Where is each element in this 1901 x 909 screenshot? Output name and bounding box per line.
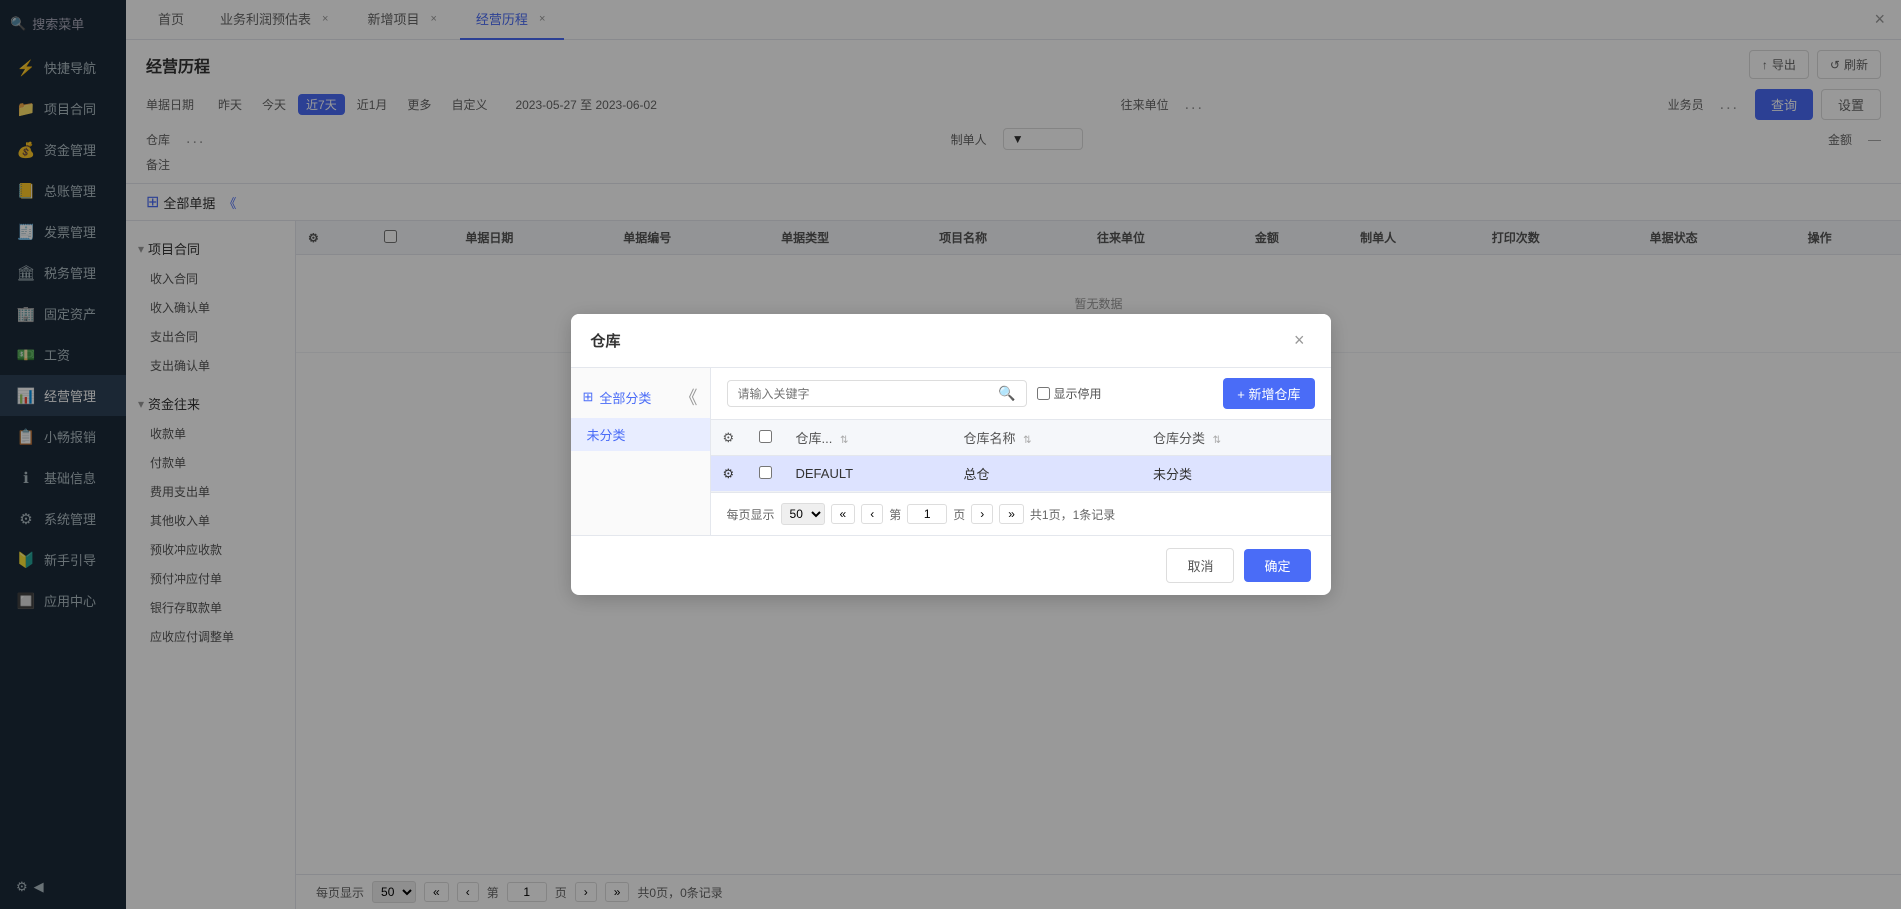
row-code: DEFAULT	[784, 456, 952, 492]
add-warehouse-button[interactable]: + 新增仓库	[1223, 378, 1314, 409]
show-disabled-label[interactable]: 显示停用	[1037, 385, 1102, 402]
modal-search-box: 🔍	[727, 380, 1027, 407]
modal-prev-btn[interactable]: ‹	[861, 504, 883, 524]
modal-page-label: 第	[889, 506, 901, 523]
modal-close-button[interactable]: ×	[1288, 328, 1311, 353]
modal-page-input[interactable]	[907, 504, 947, 524]
modal-overlay: 仓库 × ⊞ 全部分类 《 未分类 🔍	[0, 0, 1901, 909]
modal-th-gear[interactable]: ⚙	[711, 420, 747, 456]
modal-left-header: ⊞ 全部分类 《	[571, 380, 710, 418]
modal-left-panel: ⊞ 全部分类 《 未分类	[571, 368, 711, 535]
row-select-checkbox[interactable]	[759, 466, 772, 479]
modal-pagination: 每页显示 50 « ‹ 第 页 › » 共1页，1条记录	[711, 492, 1331, 535]
modal-left-item-uncategorized[interactable]: 未分类	[571, 418, 710, 451]
modal-col-name: 仓库名称	[963, 431, 1015, 446]
modal-left-collapse-btn[interactable]: 《	[680, 384, 698, 410]
modal-first-btn[interactable]: «	[831, 504, 856, 524]
sort-icon-name[interactable]: ⇅	[1023, 435, 1031, 446]
modal-search-input[interactable]	[738, 387, 993, 401]
modal-body: ⊞ 全部分类 《 未分类 🔍 显示停用	[571, 368, 1331, 535]
modal-table-wrap: ⚙ 仓库... ⇅ 仓库名称 ⇅	[711, 420, 1331, 492]
modal-footer: 取消 确定	[571, 535, 1331, 595]
modal-select-all[interactable]	[759, 430, 772, 443]
modal-last-btn[interactable]: »	[999, 504, 1024, 524]
show-disabled-checkbox[interactable]	[1037, 387, 1050, 400]
modal-right-panel: 🔍 显示停用 + 新增仓库 ⚙	[711, 368, 1331, 535]
sort-icon-code[interactable]: ⇅	[840, 435, 848, 446]
modal-th-code: 仓库... ⇅	[784, 420, 952, 456]
modal-th-category: 仓库分类 ⇅	[1141, 420, 1331, 456]
modal-th-checkbox[interactable]	[747, 420, 784, 456]
modal-col-category: 仓库分类	[1153, 431, 1205, 446]
modal-table: ⚙ 仓库... ⇅ 仓库名称 ⇅	[711, 420, 1331, 492]
modal-col-code: 仓库...	[796, 431, 833, 446]
table-row[interactable]: ⚙ DEFAULT 总仓 未分类	[711, 456, 1331, 492]
row-gear[interactable]: ⚙	[711, 456, 747, 492]
modal-page-size-select[interactable]: 50	[781, 503, 825, 525]
show-disabled-text: 显示停用	[1054, 385, 1102, 402]
modal-header: 仓库 ×	[571, 314, 1331, 368]
cancel-button[interactable]: 取消	[1166, 548, 1234, 583]
grid-icon-modal: ⊞	[583, 389, 594, 405]
modal-next-btn[interactable]: ›	[971, 504, 993, 524]
sort-icon-category[interactable]: ⇅	[1213, 435, 1221, 446]
all-category-label: 全部分类	[599, 388, 651, 407]
row-checkbox[interactable]	[747, 456, 784, 492]
modal-search-icon: 🔍	[998, 385, 1015, 402]
modal-page-size-label: 每页显示	[727, 506, 775, 523]
modal-title: 仓库	[591, 330, 1288, 351]
row-name: 总仓	[951, 456, 1141, 492]
modal-th-name: 仓库名称 ⇅	[951, 420, 1141, 456]
modal-toolbar: 🔍 显示停用 + 新增仓库	[711, 368, 1331, 420]
confirm-button[interactable]: 确定	[1244, 549, 1310, 582]
modal-page-suffix: 页	[953, 506, 965, 523]
warehouse-modal: 仓库 × ⊞ 全部分类 《 未分类 🔍	[571, 314, 1331, 595]
row-category: 未分类	[1141, 456, 1331, 492]
modal-total-text: 共1页，1条记录	[1030, 506, 1115, 523]
